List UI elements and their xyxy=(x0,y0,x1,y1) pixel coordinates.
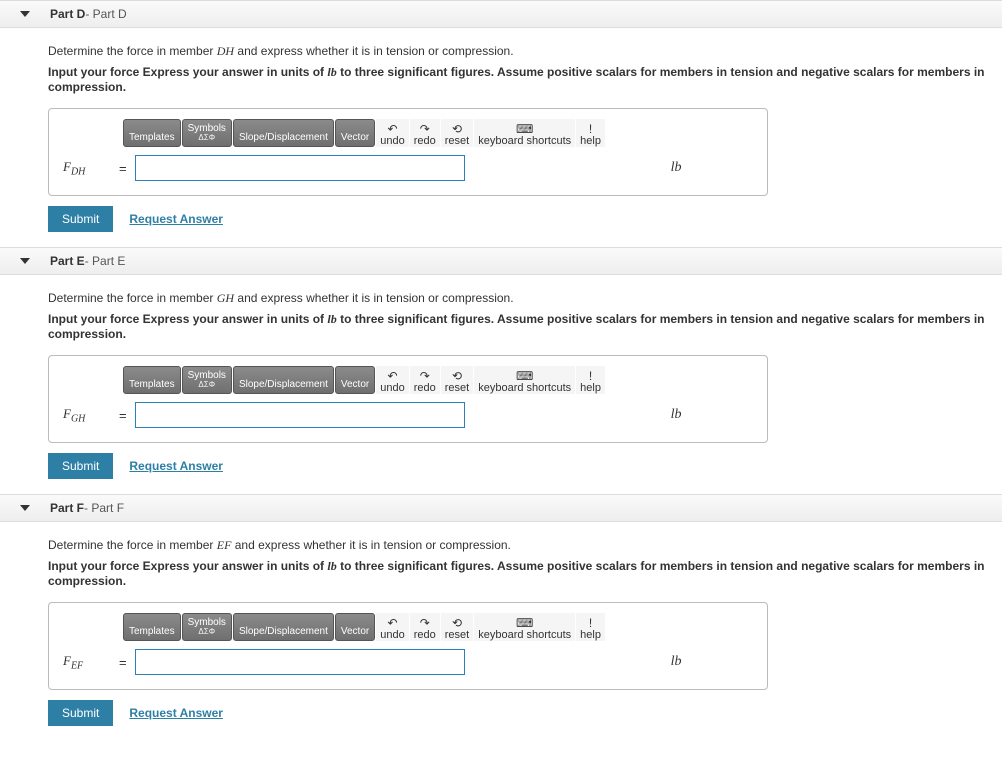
redo-icon: ↷ xyxy=(420,370,430,382)
templates-button[interactable]: Templates xyxy=(123,119,181,147)
unit-label: lb xyxy=(671,654,682,670)
answer-input[interactable] xyxy=(135,649,465,675)
answer-box: Templates SymbolsΔΣΦ Slope/Displacement … xyxy=(48,602,768,690)
actions-row: Submit Request Answer xyxy=(48,700,992,726)
answer-input[interactable] xyxy=(135,155,465,181)
slope-button[interactable]: Slope/Displacement xyxy=(233,613,334,641)
reset-button[interactable]: ⟲reset xyxy=(441,366,473,394)
vector-button[interactable]: Vector xyxy=(335,366,375,394)
templates-button[interactable]: Templates xyxy=(123,366,181,394)
reset-button[interactable]: ⟲reset xyxy=(441,119,473,147)
prompt-text: Determine the force in member GH and exp… xyxy=(48,291,992,306)
undo-button[interactable]: ↶undo xyxy=(376,366,408,394)
submit-button[interactable]: Submit xyxy=(48,453,113,479)
help-button[interactable]: !help xyxy=(576,366,605,394)
part-body: Determine the force in member EF and exp… xyxy=(0,522,1002,726)
chevron-down-icon[interactable] xyxy=(20,11,30,17)
input-row: FEF = lb xyxy=(63,649,753,675)
part-d: Part D - Part D Determine the force in m… xyxy=(0,0,1002,232)
slope-button[interactable]: Slope/Displacement xyxy=(233,119,334,147)
part-title: Part E xyxy=(50,254,85,268)
input-row: FDH = lb xyxy=(63,155,753,181)
undo-icon: ↶ xyxy=(387,370,397,382)
variable-label: FGH xyxy=(63,406,111,425)
undo-button[interactable]: ↶undo xyxy=(376,119,408,147)
redo-button[interactable]: ↷redo xyxy=(410,613,440,641)
request-answer-link[interactable]: Request Answer xyxy=(129,706,223,720)
unit-label: lb xyxy=(671,160,682,176)
reset-icon: ⟲ xyxy=(452,617,462,629)
part-header[interactable]: Part F - Part F xyxy=(0,494,1002,522)
reset-icon: ⟲ xyxy=(452,370,462,382)
help-button[interactable]: !help xyxy=(576,613,605,641)
equals-sign: = xyxy=(119,161,127,176)
answer-input[interactable] xyxy=(135,402,465,428)
submit-button[interactable]: Submit xyxy=(48,700,113,726)
templates-button[interactable]: Templates xyxy=(123,613,181,641)
request-answer-link[interactable]: Request Answer xyxy=(129,459,223,473)
help-icon: ! xyxy=(589,123,592,135)
instruction-text: Input your force Express your answer in … xyxy=(48,65,992,94)
part-f: Part F - Part F Determine the force in m… xyxy=(0,494,1002,726)
actions-row: Submit Request Answer xyxy=(48,453,992,479)
part-body: Determine the force in member GH and exp… xyxy=(0,275,1002,479)
part-header[interactable]: Part D - Part D xyxy=(0,0,1002,28)
undo-button[interactable]: ↶undo xyxy=(376,613,408,641)
redo-button[interactable]: ↷redo xyxy=(410,366,440,394)
answer-box: Templates SymbolsΔΣΦ Slope/Displacement … xyxy=(48,108,768,196)
keyboard-button[interactable]: ⌨keyboard shortcuts xyxy=(474,366,575,394)
keyboard-icon: ⌨ xyxy=(516,123,533,135)
part-subtitle: - Part E xyxy=(85,254,126,268)
chevron-down-icon[interactable] xyxy=(20,258,30,264)
part-subtitle: - Part F xyxy=(84,501,124,515)
symbols-button[interactable]: SymbolsΔΣΦ xyxy=(182,119,232,147)
symbols-button[interactable]: SymbolsΔΣΦ xyxy=(182,366,232,394)
undo-icon: ↶ xyxy=(387,123,397,135)
input-row: FGH = lb xyxy=(63,402,753,428)
variable-label: FDH xyxy=(63,159,111,178)
help-icon: ! xyxy=(589,370,592,382)
help-button[interactable]: !help xyxy=(576,119,605,147)
help-icon: ! xyxy=(589,617,592,629)
prompt-text: Determine the force in member DH and exp… xyxy=(48,44,992,59)
actions-row: Submit Request Answer xyxy=(48,206,992,232)
reset-button[interactable]: ⟲reset xyxy=(441,613,473,641)
reset-icon: ⟲ xyxy=(452,123,462,135)
equation-toolbar: Templates SymbolsΔΣΦ Slope/Displacement … xyxy=(123,119,753,147)
prompt-text: Determine the force in member EF and exp… xyxy=(48,538,992,553)
redo-icon: ↷ xyxy=(420,617,430,629)
redo-icon: ↷ xyxy=(420,123,430,135)
variable-label: FEF xyxy=(63,653,111,672)
part-e: Part E - Part E Determine the force in m… xyxy=(0,247,1002,479)
part-subtitle: - Part D xyxy=(85,7,126,21)
keyboard-button[interactable]: ⌨keyboard shortcuts xyxy=(474,613,575,641)
equals-sign: = xyxy=(119,408,127,423)
symbols-button[interactable]: SymbolsΔΣΦ xyxy=(182,613,232,641)
slope-button[interactable]: Slope/Displacement xyxy=(233,366,334,394)
undo-icon: ↶ xyxy=(387,617,397,629)
keyboard-icon: ⌨ xyxy=(516,370,533,382)
request-answer-link[interactable]: Request Answer xyxy=(129,212,223,226)
unit-label: lb xyxy=(671,407,682,423)
vector-button[interactable]: Vector xyxy=(335,119,375,147)
part-title: Part D xyxy=(50,7,85,21)
equation-toolbar: Templates SymbolsΔΣΦ Slope/Displacement … xyxy=(123,366,753,394)
part-title: Part F xyxy=(50,501,84,515)
answer-box: Templates SymbolsΔΣΦ Slope/Displacement … xyxy=(48,355,768,443)
equals-sign: = xyxy=(119,655,127,670)
keyboard-icon: ⌨ xyxy=(516,617,533,629)
part-body: Determine the force in member DH and exp… xyxy=(0,28,1002,232)
part-header[interactable]: Part E - Part E xyxy=(0,247,1002,275)
submit-button[interactable]: Submit xyxy=(48,206,113,232)
instruction-text: Input your force Express your answer in … xyxy=(48,559,992,588)
keyboard-button[interactable]: ⌨keyboard shortcuts xyxy=(474,119,575,147)
vector-button[interactable]: Vector xyxy=(335,613,375,641)
equation-toolbar: Templates SymbolsΔΣΦ Slope/Displacement … xyxy=(123,613,753,641)
chevron-down-icon[interactable] xyxy=(20,505,30,511)
redo-button[interactable]: ↷redo xyxy=(410,119,440,147)
instruction-text: Input your force Express your answer in … xyxy=(48,312,992,341)
